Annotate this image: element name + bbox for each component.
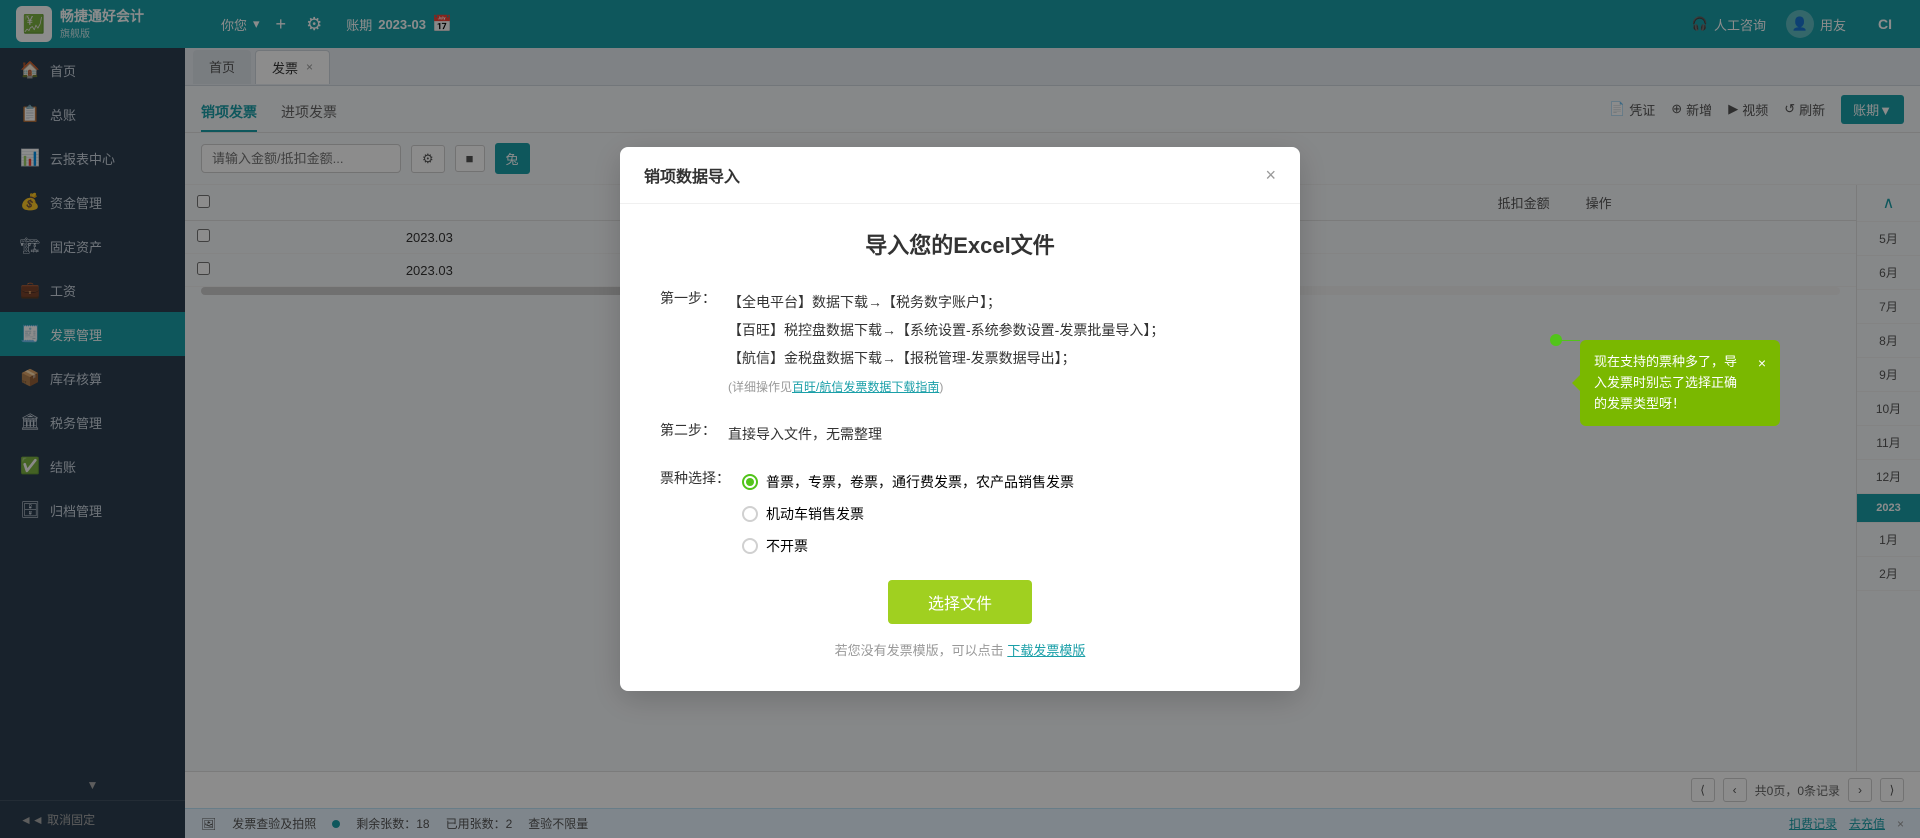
select-file-btn[interactable]: 选择文件 — [888, 580, 1032, 624]
radio-label-2: 机动车销售发票 — [766, 504, 864, 524]
step1-link: (详细操作见百旺/航信发票数据下载指南) — [728, 372, 1164, 400]
step2: 第二步： 直接导入文件，无需整理 — [660, 420, 1260, 448]
modal-overlay: 销项数据导入 × 导入您的Excel文件 第一步： 【全电平台】数据下载→【税务… — [0, 0, 1920, 838]
modal-title: 销项数据导入 — [644, 163, 740, 187]
radio-option-1[interactable]: 普票，专票，卷票，通行费发票，农产品销售发票 — [742, 472, 1074, 492]
step1-line3: 【航信】金税盘数据下载→【报税管理-发票数据导出】； — [728, 344, 1164, 372]
footer-text: 若您没有发票模版，可以点击 — [835, 643, 1004, 658]
step2-content: 直接导入文件，无需整理 — [728, 420, 882, 448]
modal-close-btn[interactable]: × — [1265, 165, 1276, 186]
modal-main-title: 导入您的Excel文件 — [660, 228, 1260, 260]
step1-line2: 【百旺】税控盘数据下载→【系统设置-系统参数设置-发票批量导入】； — [728, 316, 1164, 344]
tooltip-line — [1552, 340, 1580, 341]
select-file-label: 选择文件 — [928, 596, 992, 613]
tooltip-popup: × 现在支持的票种多了，导入发票时别忘了选择正确的发票类型呀！ — [1580, 340, 1780, 426]
radio-label-3: 不开票 — [766, 536, 808, 556]
ticket-label: 票种选择： — [660, 468, 730, 556]
radio-circle-2 — [742, 506, 758, 522]
ticket-selection: 票种选择： 普票，专票，卷票，通行费发票，农产品销售发票 机动车销售发票 不开票 — [660, 468, 1260, 556]
modal-body: 导入您的Excel文件 第一步： 【全电平台】数据下载→【税务数字账户】； 【百… — [620, 204, 1300, 691]
radio-circle-3 — [742, 538, 758, 554]
modal-header: 销项数据导入 × — [620, 147, 1300, 204]
tooltip-text: 现在支持的票种多了，导入发票时别忘了选择正确的发票类型呀！ — [1594, 354, 1737, 411]
download-template-link[interactable]: 下载发票模版 — [1007, 643, 1085, 658]
download-guide-link[interactable]: 百旺/航信发票数据下载指南 — [792, 380, 939, 394]
step2-label: 第二步： — [660, 420, 716, 448]
tooltip-close-btn[interactable]: × — [1758, 352, 1766, 374]
modal-footer: 若您没有发票模版，可以点击 下载发票模版 — [660, 640, 1260, 659]
import-modal: 销项数据导入 × 导入您的Excel文件 第一步： 【全电平台】数据下载→【税务… — [620, 147, 1300, 691]
radio-option-2[interactable]: 机动车销售发票 — [742, 504, 1074, 524]
radio-circle-1 — [742, 474, 758, 490]
step1-line1: 【全电平台】数据下载→【税务数字账户】； — [728, 288, 1164, 316]
step2-text: 直接导入文件，无需整理 — [728, 426, 882, 442]
step1-content: 【全电平台】数据下载→【税务数字账户】； 【百旺】税控盘数据下载→【系统设置-系… — [728, 288, 1164, 400]
radio-option-3[interactable]: 不开票 — [742, 536, 1074, 556]
step1: 第一步： 【全电平台】数据下载→【税务数字账户】； 【百旺】税控盘数据下载→【系… — [660, 288, 1260, 400]
step1-label: 第一步： — [660, 288, 716, 400]
radio-label-1: 普票，专票，卷票，通行费发票，农产品销售发票 — [766, 472, 1074, 492]
radio-group: 普票，专票，卷票，通行费发票，农产品销售发票 机动车销售发票 不开票 — [742, 472, 1074, 556]
